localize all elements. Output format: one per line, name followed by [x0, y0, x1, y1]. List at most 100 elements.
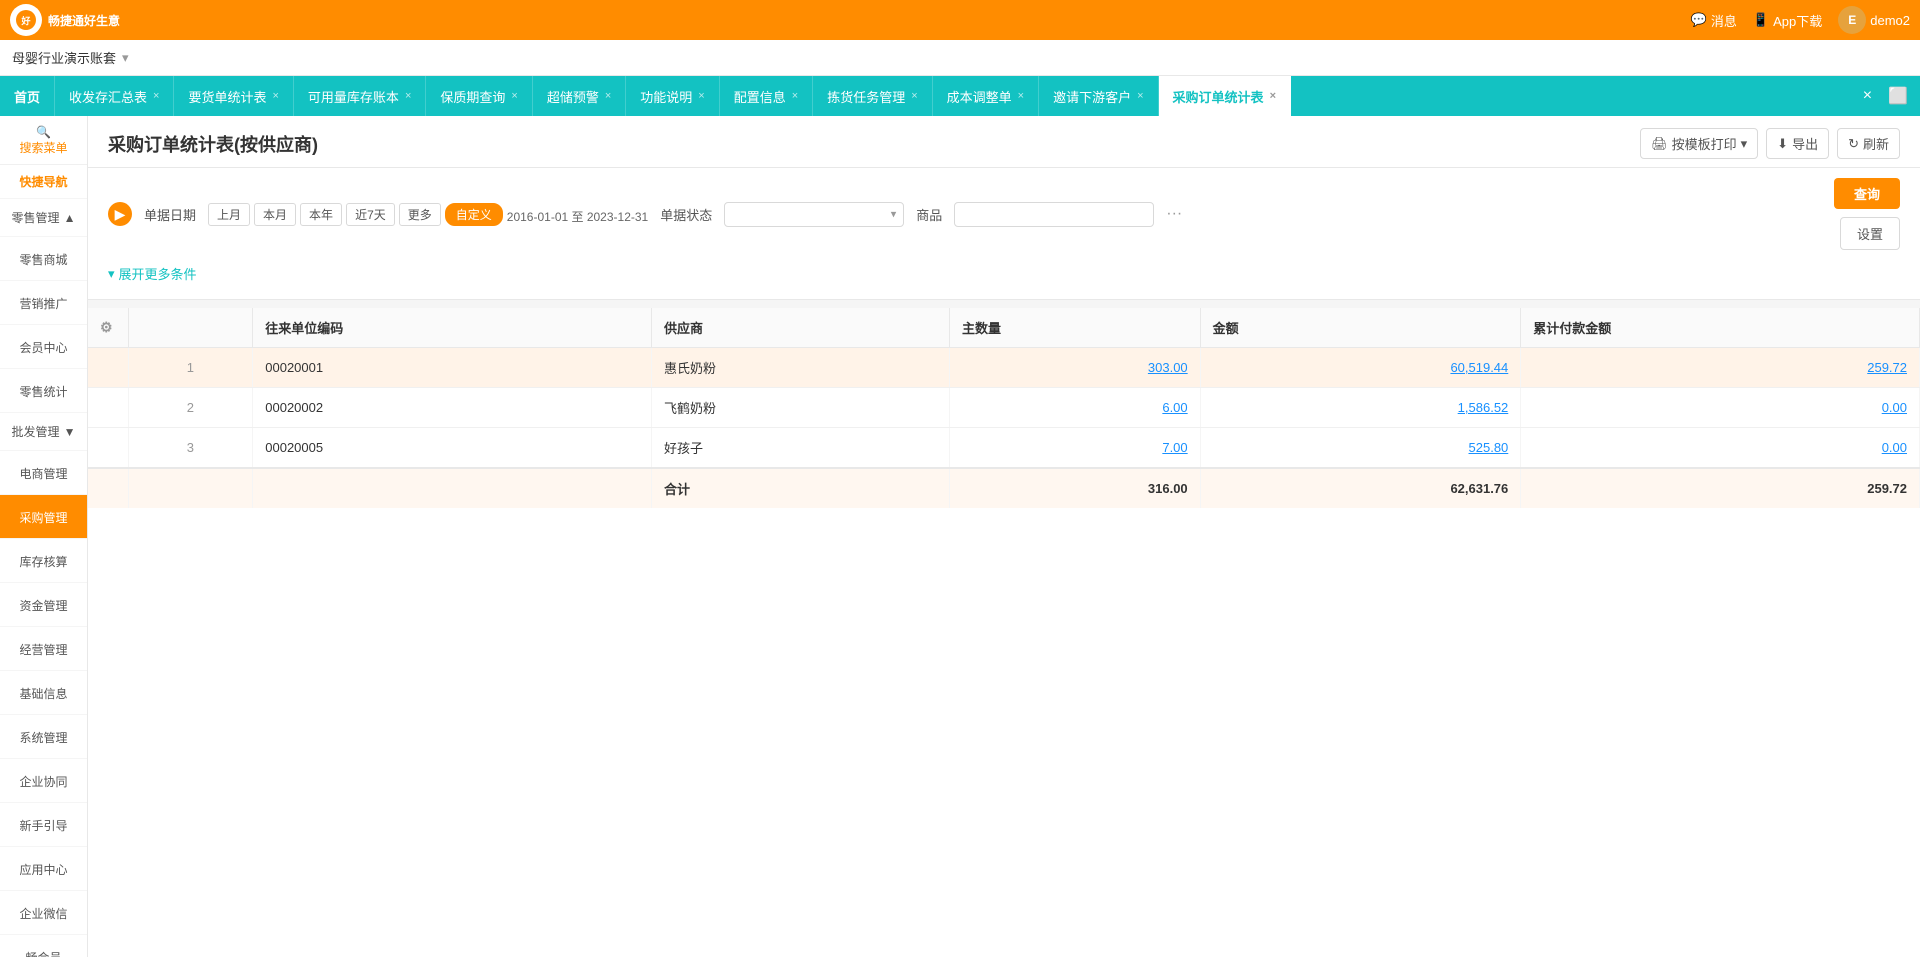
sidebar-item-new-guide[interactable]: 新手引导	[0, 803, 87, 847]
message-icon: 💬	[1691, 12, 1707, 28]
date-more-btn[interactable]: 更多	[399, 203, 441, 226]
tab-close-icon[interactable]: ×	[605, 90, 611, 102]
tab-available-stock[interactable]: 可用量库存账本 ×	[294, 76, 426, 116]
tab-close-icon[interactable]: ×	[272, 90, 278, 102]
tab-close-icon[interactable]: ×	[1270, 90, 1276, 102]
sidebar-item-enterprise-wechat[interactable]: 企业微信	[0, 891, 87, 935]
refresh-icon: ↻	[1848, 136, 1859, 152]
cell-amount[interactable]: 60,519.44	[1200, 348, 1521, 388]
date-this-month-btn[interactable]: 本月	[254, 203, 296, 226]
workspace-arrow-icon: ▾	[122, 50, 129, 66]
logo-area: 好 畅捷通好生意	[10, 4, 120, 36]
sidebar-item-retail-mall[interactable]: 零售商城	[0, 237, 87, 281]
tab-cost-adjust[interactable]: 成本调整单 ×	[933, 76, 1039, 116]
sidebar-item-member[interactable]: 会员中心	[0, 325, 87, 369]
close-window-btn[interactable]: ×	[1859, 83, 1876, 109]
cell-paid-amount[interactable]: 0.00	[1521, 428, 1920, 469]
cell-main-qty[interactable]: 303.00	[950, 348, 1201, 388]
cell-supplier: 好孩子	[651, 428, 949, 469]
refresh-button[interactable]: ↻ 刷新	[1837, 128, 1900, 159]
tab-close-icon[interactable]: ×	[792, 90, 798, 102]
filter-area: ▶ 单据日期 上月 本月 本年 近7天 更多 自定义 2016-01-01 至 …	[88, 168, 1920, 300]
print-button[interactable]: 🖨 按模板打印 ▾	[1640, 128, 1758, 159]
tab-purchase-stats[interactable]: 采购订单统计表 ×	[1159, 76, 1291, 116]
tab-close-icon[interactable]: ×	[1137, 90, 1143, 102]
tab-pick-task[interactable]: 拣货任务管理 ×	[813, 76, 932, 116]
tab-expiry-query[interactable]: 保质期查询 ×	[426, 76, 532, 116]
sidebar-item-purchase[interactable]: 采购管理	[0, 495, 87, 539]
table-row[interactable]: 3 00020005 好孩子 7.00 525.80 0.00	[88, 428, 1920, 469]
workspace-selector[interactable]: 母婴行业演示账套 ▾	[12, 48, 129, 67]
sidebar-item-enterprise-collab[interactable]: 企业协同	[0, 759, 87, 803]
nav-tabs: 首页 收发存汇总表 × 要货单统计表 × 可用量库存账本 × 保质期查询 × 超…	[0, 76, 1920, 116]
page-header: 采购订单统计表(按供应商) 🖨 按模板打印 ▾ ⬇ 导出 ↻ 刷新	[88, 116, 1920, 168]
app-download-btn[interactable]: 📱 App下载	[1753, 11, 1822, 30]
sidebar-item-system[interactable]: 系统管理	[0, 715, 87, 759]
sidebar-item-operations[interactable]: 经营管理	[0, 627, 87, 671]
sidebar-quick-nav[interactable]: 快捷导航	[0, 165, 87, 199]
expand-more-btn[interactable]: ▾ 展开更多条件	[108, 264, 1900, 283]
tab-invite-downstream[interactable]: 邀请下游客户 ×	[1039, 76, 1158, 116]
main-layout: 🔍 搜索菜单 快捷导航 零售管理 ▲ 零售商城 营销推广 会员中心 零售统计 批…	[0, 116, 1920, 957]
avatar: E	[1838, 6, 1866, 34]
cell-amount[interactable]: 525.80	[1200, 428, 1521, 469]
sidebar-item-retail[interactable]: 零售管理 ▲	[0, 199, 87, 237]
tab-home[interactable]: 首页	[0, 76, 55, 116]
cell-amount[interactable]: 1,586.52	[1200, 388, 1521, 428]
sidebar-item-retail-stats[interactable]: 零售统计	[0, 369, 87, 413]
cell-main-qty[interactable]: 6.00	[950, 388, 1201, 428]
query-button[interactable]: 查询	[1834, 178, 1900, 209]
user-avatar[interactable]: E demo2	[1838, 6, 1910, 34]
sidebar-item-vip-member[interactable]: 畅会员	[0, 935, 87, 957]
expand-icon: ▾	[108, 266, 115, 282]
table-row[interactable]: 2 00020002 飞鹤奶粉 6.00 1,586.52 0.00	[88, 388, 1920, 428]
svg-text:好: 好	[20, 15, 30, 26]
sidebar-search[interactable]: 🔍 搜索菜单	[0, 116, 87, 165]
top-bar: 好 畅捷通好生意 💬 消息 📱 App下载 E demo2	[0, 0, 1920, 40]
chevron-right-icon: ▶	[115, 206, 126, 223]
sidebar-item-finance[interactable]: 资金管理	[0, 583, 87, 627]
tab-receive-send[interactable]: 收发存汇总表 ×	[55, 76, 174, 116]
table-footer-row: 合计 316.00 62,631.76 259.72	[88, 468, 1920, 508]
cell-row-num: 1	[128, 348, 253, 388]
tab-overstock-alert[interactable]: 超储预警 ×	[533, 76, 626, 116]
message-btn[interactable]: 💬 消息	[1691, 11, 1737, 30]
date-7days-btn[interactable]: 近7天	[346, 203, 395, 226]
status-select[interactable]	[724, 202, 904, 227]
sidebar-item-wholesale[interactable]: 批发管理 ▼	[0, 413, 87, 451]
tab-func-desc[interactable]: 功能说明 ×	[626, 76, 719, 116]
table-body: 1 00020001 惠氏奶粉 303.00 60,519.44 259.72 …	[88, 348, 1920, 469]
date-custom-btn[interactable]: 自定义	[445, 203, 503, 226]
date-this-year-btn[interactable]: 本年	[300, 203, 342, 226]
sidebar-item-marketing[interactable]: 营销推广	[0, 281, 87, 325]
tab-close-icon[interactable]: ×	[911, 90, 917, 102]
tab-config-info[interactable]: 配置信息 ×	[720, 76, 813, 116]
goods-more-icon[interactable]: ···	[1166, 205, 1182, 223]
export-button[interactable]: ⬇ 导出	[1766, 128, 1829, 159]
sidebar-item-ecommerce[interactable]: 电商管理	[0, 451, 87, 495]
cell-paid-amount[interactable]: 0.00	[1521, 388, 1920, 428]
goods-input[interactable]	[954, 202, 1154, 227]
tab-close-icon[interactable]: ×	[511, 90, 517, 102]
cell-row-num: 3	[128, 428, 253, 469]
sidebar-item-app-center[interactable]: 应用中心	[0, 847, 87, 891]
table-row[interactable]: 1 00020001 惠氏奶粉 303.00 60,519.44 259.72	[88, 348, 1920, 388]
status-label: 单据状态	[660, 205, 712, 224]
filter-collapse-button[interactable]: ▶	[108, 202, 132, 226]
sidebar-item-stock[interactable]: 库存核算	[0, 539, 87, 583]
tab-requisition[interactable]: 要货单统计表 ×	[174, 76, 293, 116]
restore-window-btn[interactable]: ⬜	[1884, 82, 1912, 110]
tab-close-icon[interactable]: ×	[1018, 90, 1024, 102]
cell-settings	[88, 348, 128, 388]
sidebar-item-basic-info[interactable]: 基础信息	[0, 671, 87, 715]
tab-close-icon[interactable]: ×	[405, 90, 411, 102]
col-header-settings[interactable]: ⚙	[88, 308, 128, 348]
date-last-month-btn[interactable]: 上月	[208, 203, 250, 226]
top-right-actions: 💬 消息 📱 App下载 E demo2	[1691, 6, 1910, 34]
tab-close-icon[interactable]: ×	[153, 90, 159, 102]
tab-close-icon[interactable]: ×	[698, 90, 704, 102]
settings-button[interactable]: 设置	[1840, 217, 1900, 250]
cell-paid-amount[interactable]: 259.72	[1521, 348, 1920, 388]
cell-main-qty[interactable]: 7.00	[950, 428, 1201, 469]
export-icon: ⬇	[1777, 136, 1788, 152]
